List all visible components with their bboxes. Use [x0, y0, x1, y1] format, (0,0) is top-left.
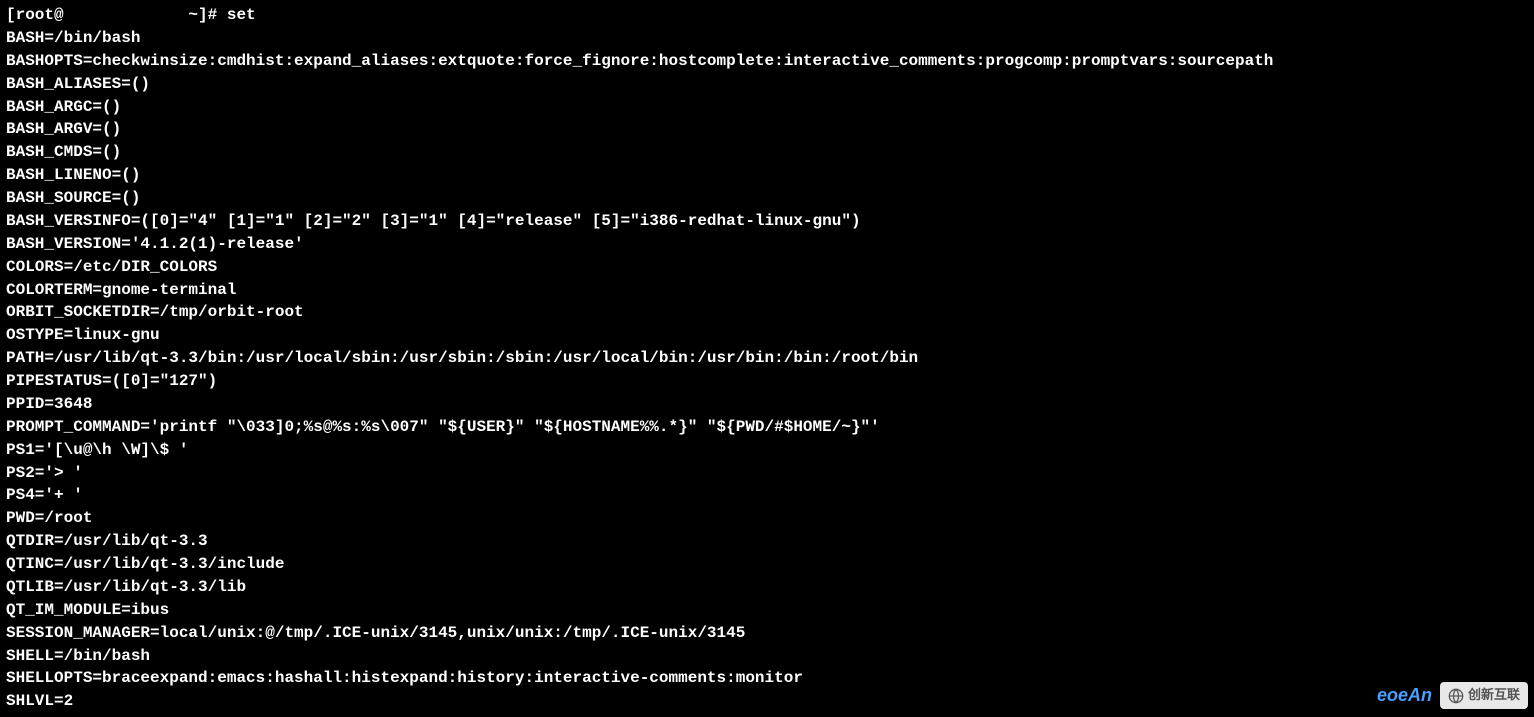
- watermark-eoe-text: eoeAn: [1377, 683, 1432, 709]
- env-line: OSTYPE=linux-gnu: [6, 324, 1528, 347]
- env-line: PIPESTATUS=([0]="127"): [6, 370, 1528, 393]
- watermark-badge: 创新互联: [1440, 682, 1528, 709]
- terminal-prompt-line: [root@ ~]# set: [6, 4, 1528, 27]
- watermark-badge-text: 创新互联: [1468, 686, 1520, 705]
- env-line: PATH=/usr/lib/qt-3.3/bin:/usr/local/sbin…: [6, 347, 1528, 370]
- env-line: SHELL=/bin/bash: [6, 645, 1528, 668]
- env-line: PS2='> ': [6, 462, 1528, 485]
- env-line: BASH_ARGV=(): [6, 118, 1528, 141]
- env-line: BASH_ALIASES=(): [6, 73, 1528, 96]
- env-line: BASH_SOURCE=(): [6, 187, 1528, 210]
- env-line: SHLVL=2: [6, 690, 1528, 713]
- terminal-output[interactable]: [root@ ~]# set BASH=/bin/bash BASHOPTS=c…: [6, 4, 1528, 713]
- env-line: BASH_LINENO=(): [6, 164, 1528, 187]
- watermark-container: eoeAn 创新互联: [1377, 682, 1528, 709]
- globe-icon: [1448, 688, 1464, 704]
- env-line: BASHOPTS=checkwinsize:cmdhist:expand_ali…: [6, 50, 1528, 73]
- env-line: BASH=/bin/bash: [6, 27, 1528, 50]
- env-line: SHELLOPTS=braceexpand:emacs:hashall:hist…: [6, 667, 1528, 690]
- env-line: COLORS=/etc/DIR_COLORS: [6, 256, 1528, 279]
- env-line: PS4='+ ': [6, 484, 1528, 507]
- env-line: QT_IM_MODULE=ibus: [6, 599, 1528, 622]
- env-line: PWD=/root: [6, 507, 1528, 530]
- env-line: BASH_ARGC=(): [6, 96, 1528, 119]
- env-line: ORBIT_SOCKETDIR=/tmp/orbit-root: [6, 301, 1528, 324]
- env-line: BASH_VERSINFO=([0]="4" [1]="1" [2]="2" […: [6, 210, 1528, 233]
- env-line: PS1='[\u@\h \W]\$ ': [6, 439, 1528, 462]
- env-line: QTDIR=/usr/lib/qt-3.3: [6, 530, 1528, 553]
- env-line: SESSION_MANAGER=local/unix:@/tmp/.ICE-un…: [6, 622, 1528, 645]
- env-line: QTLIB=/usr/lib/qt-3.3/lib: [6, 576, 1528, 599]
- env-line: BASH_CMDS=(): [6, 141, 1528, 164]
- env-line: QTINC=/usr/lib/qt-3.3/include: [6, 553, 1528, 576]
- env-line: PPID=3648: [6, 393, 1528, 416]
- env-line: PROMPT_COMMAND='printf "\033]0;%s@%s:%s\…: [6, 416, 1528, 439]
- env-line: COLORTERM=gnome-terminal: [6, 279, 1528, 302]
- env-line: BASH_VERSION='4.1.2(1)-release': [6, 233, 1528, 256]
